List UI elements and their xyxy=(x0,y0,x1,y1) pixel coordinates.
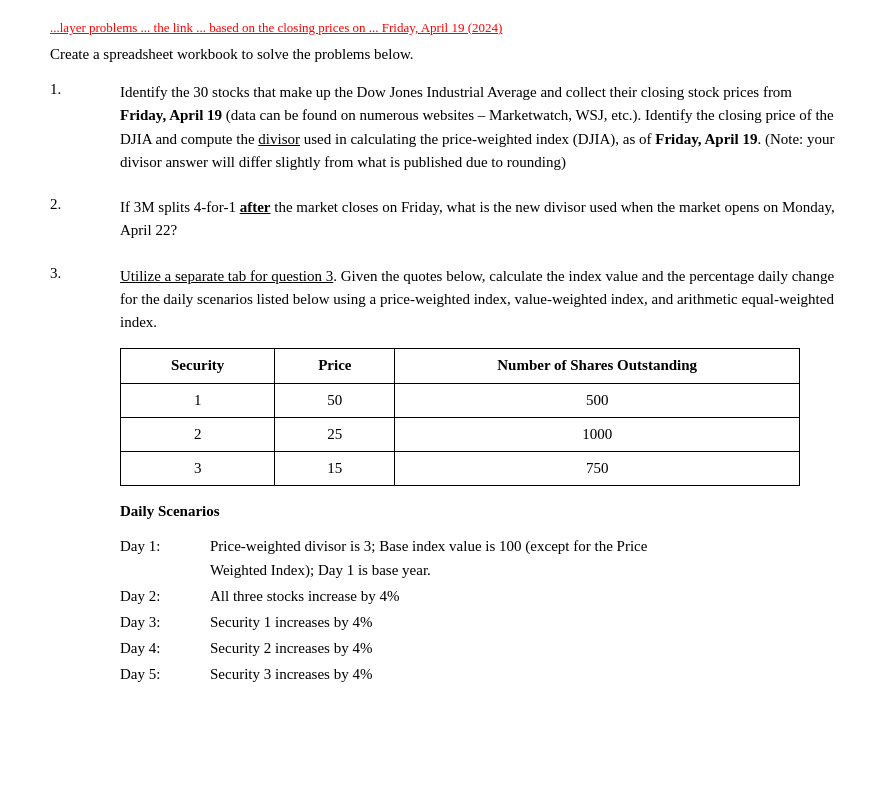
q3-table: Security Price Number of Shares Outstand… xyxy=(120,348,800,486)
day-3-desc: Security 1 increases by 4% xyxy=(210,610,835,634)
col-price: Price xyxy=(275,349,395,383)
cell-security-2: 2 xyxy=(121,417,275,451)
q1-bold-date2: Friday, April 19 xyxy=(655,131,757,147)
table-row: 1 50 500 xyxy=(121,383,800,417)
day-5-desc: Security 3 increases by 4% xyxy=(210,662,835,686)
cell-shares-2: 1000 xyxy=(395,417,800,451)
question-3-body: Utilize a separate tab for question 3. G… xyxy=(120,265,835,686)
day-4-desc: Security 2 increases by 4% xyxy=(210,636,835,660)
day-3-label: Day 3: xyxy=(120,610,210,634)
day-2-label: Day 2: xyxy=(120,584,210,608)
cell-security-1: 1 xyxy=(121,383,275,417)
question-2-body: If 3M splits 4-for-1 after the market cl… xyxy=(120,196,835,243)
daily-scenarios-section: Daily Scenarios Day 1: Price-weighted di… xyxy=(120,500,835,685)
cell-security-3: 3 xyxy=(121,452,275,486)
question-2: 2. If 3M splits 4-for-1 after the market… xyxy=(50,196,835,243)
question-1-number: 1. xyxy=(50,81,120,98)
q2-bold-after: after xyxy=(240,199,271,215)
top-link[interactable]: ...layer problems ... the link ... based… xyxy=(50,20,835,36)
q3-table-container: Security Price Number of Shares Outstand… xyxy=(120,348,835,486)
col-shares: Number of Shares Outstanding xyxy=(395,349,800,383)
table-row: 3 15 750 xyxy=(121,452,800,486)
day-1-label: Day 1: xyxy=(120,534,210,582)
day-1-desc: Price-weighted divisor is 3; Base index … xyxy=(210,534,835,582)
day-5-label: Day 5: xyxy=(120,662,210,686)
table-row: 2 25 1000 xyxy=(121,417,800,451)
day-4-label: Day 4: xyxy=(120,636,210,660)
cell-price-1: 50 xyxy=(275,383,395,417)
question-1: 1. Identify the 30 stocks that make up t… xyxy=(50,81,835,174)
day-2-desc: All three stocks increase by 4% xyxy=(210,584,835,608)
question-1-body: Identify the 30 stocks that make up the … xyxy=(120,81,835,174)
q1-bold-date1: Friday, April 19 xyxy=(120,107,222,123)
question-3: 3. Utilize a separate tab for question 3… xyxy=(50,265,835,686)
q1-underline-divisor: divisor xyxy=(258,131,300,147)
q3-underline-intro: Utilize a separate tab for question 3 xyxy=(120,268,333,284)
cell-price-3: 15 xyxy=(275,452,395,486)
col-security: Security xyxy=(121,349,275,383)
cell-shares-1: 500 xyxy=(395,383,800,417)
question-2-number: 2. xyxy=(50,196,120,213)
daily-scenarios-title: Daily Scenarios xyxy=(120,500,835,523)
question-3-number: 3. xyxy=(50,265,120,282)
cell-shares-3: 750 xyxy=(395,452,800,486)
intro-text: Create a spreadsheet workbook to solve t… xyxy=(50,46,835,63)
cell-price-2: 25 xyxy=(275,417,395,451)
daily-grid: Day 1: Price-weighted divisor is 3; Base… xyxy=(120,534,835,686)
